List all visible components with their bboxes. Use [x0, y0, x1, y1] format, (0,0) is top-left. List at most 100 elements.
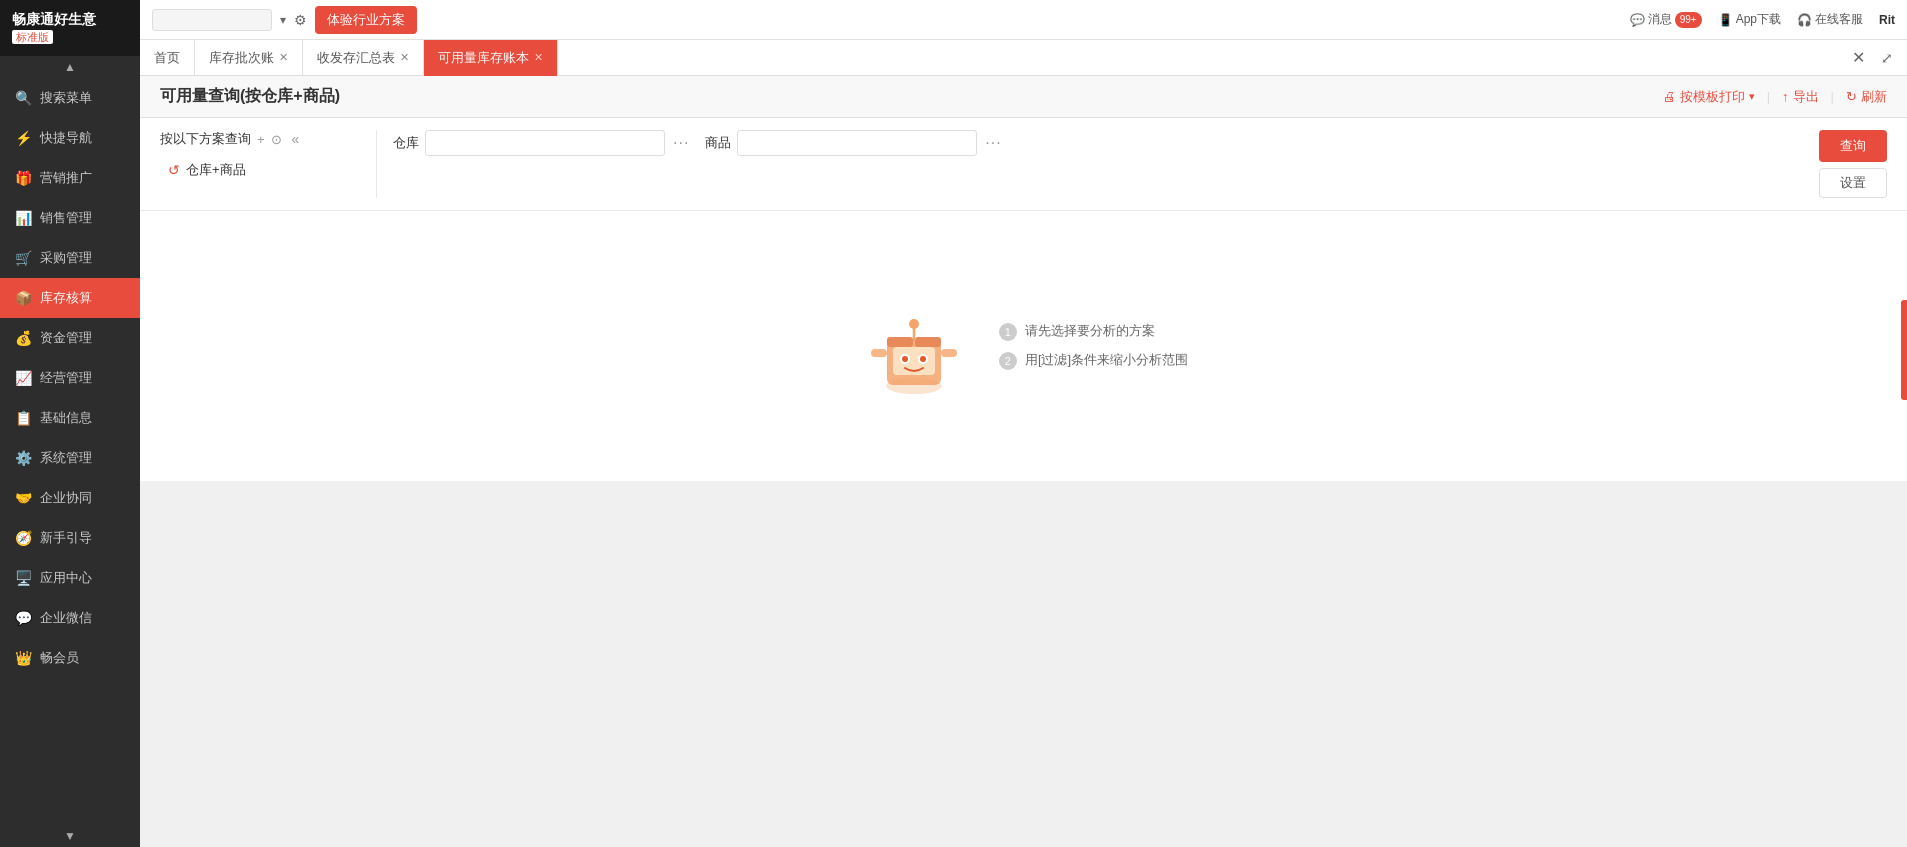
sidebar-item-marketing[interactable]: 🎁 营销推广 [0, 158, 140, 198]
sidebar-label-search: 搜索菜单 [40, 89, 92, 107]
sidebar-item-search[interactable]: 🔍 搜索菜单 [0, 78, 140, 118]
sidebar-header: 畅康通好生意 标准版 [0, 0, 140, 56]
scheme-item-warehouse-goods[interactable]: ↺ 仓库+商品 [160, 156, 360, 184]
query-actions: 查询 设置 [1819, 130, 1887, 198]
sidebar-item-guide[interactable]: 🧭 新手引导 [0, 518, 140, 558]
add-scheme-btn[interactable]: + [257, 132, 265, 147]
search-icon: 🔍 [14, 90, 32, 106]
sidebar-label-appcenter: 应用中心 [40, 569, 92, 587]
topbar-dropdown-btn[interactable]: ▾ [280, 13, 286, 27]
tip-text-1: 请先选择要分析的方案 [1025, 322, 1155, 340]
print-icon: 🖨 [1663, 89, 1676, 104]
tab-expand-btn[interactable]: ⤢ [1875, 50, 1899, 66]
sidebar-item-purchase[interactable]: 🛒 采购管理 [0, 238, 140, 278]
tab-available-ledger-close[interactable]: ✕ [534, 51, 543, 64]
user-name[interactable]: Rit [1879, 13, 1895, 27]
tab-inventory-batch-label: 库存批次账 [209, 49, 274, 67]
topbar-right: 💬 消息 99+ 📱 App下载 🎧 在线客服 Rit [1630, 11, 1895, 28]
sidebar-item-vip[interactable]: 👑 畅会员 [0, 638, 140, 678]
shortcut-icon: ⚡ [14, 130, 32, 146]
sidebar-label-funds: 资金管理 [40, 329, 92, 347]
sidebar-nav: 🔍 搜索菜单 ⚡ 快捷导航 🎁 营销推广 📊 销售管理 🛒 采购管理 📦 库存核… [0, 78, 140, 825]
message-btn[interactable]: 💬 消息 99+ [1630, 11, 1702, 28]
tab-available-ledger[interactable]: 可用量库存账本 ✕ [424, 40, 558, 76]
filter-goods: 商品 ··· [705, 130, 1001, 156]
empty-image [859, 291, 969, 401]
action-sep-1: | [1767, 89, 1770, 104]
base-icon: 📋 [14, 410, 32, 426]
warehouse-input[interactable] [425, 130, 665, 156]
message-icon: 💬 [1630, 13, 1645, 27]
goods-more-btn[interactable]: ··· [985, 134, 1001, 152]
online-service-label: 在线客服 [1815, 11, 1863, 28]
edition-badge: 标准版 [12, 30, 53, 44]
tip-num-1: 1 [999, 323, 1017, 341]
sidebar-item-sys[interactable]: ⚙️ 系统管理 [0, 438, 140, 478]
marketing-icon: 🎁 [14, 170, 32, 186]
refresh-btn[interactable]: ↻ 刷新 [1846, 88, 1887, 106]
goods-input[interactable] [737, 130, 977, 156]
warehouse-more-btn[interactable]: ··· [673, 134, 689, 152]
online-service-btn[interactable]: 🎧 在线客服 [1797, 11, 1863, 28]
sidebar-label-enterprise-wx: 企业微信 [40, 609, 92, 627]
tab-receipt-summary-label: 收发存汇总表 [317, 49, 395, 67]
tab-inventory-batch-close[interactable]: ✕ [279, 51, 288, 64]
appcenter-icon: 🖥️ [14, 570, 32, 586]
page-title: 可用量查询(按仓库+商品) [160, 86, 340, 107]
empty-state: 1 请先选择要分析的方案 2 用[过滤]条件来缩小分析范围 [140, 211, 1907, 481]
query-btn[interactable]: 查询 [1819, 130, 1887, 162]
sidebar-item-base[interactable]: 📋 基础信息 [0, 398, 140, 438]
collapse-btn[interactable]: « [292, 131, 300, 147]
sidebar-item-sales[interactable]: 📊 销售管理 [0, 198, 140, 238]
tab-receipt-summary-close[interactable]: ✕ [400, 51, 409, 64]
print-btn[interactable]: 🖨 按模板打印 ▾ [1663, 88, 1755, 106]
tab-close-all-btn[interactable]: ✕ [1846, 48, 1871, 67]
sidebar-scroll-up[interactable]: ▲ [0, 56, 140, 78]
vip-icon: 👑 [14, 650, 32, 666]
print-dropdown-icon[interactable]: ▾ [1749, 90, 1755, 103]
industry-solution-btn[interactable]: 体验行业方案 [315, 6, 417, 34]
message-badge: 99+ [1675, 12, 1702, 28]
sidebar-item-funds[interactable]: 💰 资金管理 [0, 318, 140, 358]
guide-icon: 🧭 [14, 530, 32, 546]
sidebar-item-appcenter[interactable]: 🖥️ 应用中心 [0, 558, 140, 598]
sidebar-item-inventory[interactable]: 📦 库存核算 [0, 278, 140, 318]
headset-icon: 🎧 [1797, 13, 1812, 27]
sidebar-label-marketing: 营销推广 [40, 169, 92, 187]
print-label: 按模板打印 [1680, 88, 1745, 106]
inventory-icon: 📦 [14, 290, 32, 306]
tab-home-label: 首页 [154, 49, 180, 67]
sidebar-item-shortcut[interactable]: ⚡ 快捷导航 [0, 118, 140, 158]
app-download-label: App下载 [1736, 11, 1781, 28]
enterprise-wx-icon: 💬 [14, 610, 32, 626]
action-sep-2: | [1831, 89, 1834, 104]
query-filters: 仓库 ··· 商品 ··· [393, 130, 1819, 156]
message-label: 消息 [1648, 11, 1672, 28]
topbar-gear-btn[interactable]: ⚙ [294, 12, 307, 28]
funds-icon: 💰 [14, 330, 32, 346]
biz-icon: 📈 [14, 370, 32, 386]
svg-rect-3 [915, 337, 941, 347]
setting-btn[interactable]: 设置 [1819, 168, 1887, 198]
topbar: ▾ ⚙ 体验行业方案 💬 消息 99+ 📱 App下载 🎧 在线客服 Rit [140, 0, 1907, 40]
sidebar-scroll-down[interactable]: ▼ [0, 825, 140, 847]
topbar-search-input[interactable] [152, 9, 272, 31]
tab-home[interactable]: 首页 [140, 40, 195, 76]
page-content: 可用量查询(按仓库+商品) 🖨 按模板打印 ▾ | ↑ 导出 | ↻ 刷新 [140, 76, 1907, 847]
sidebar-item-enterprise[interactable]: 🤝 企业协同 [0, 478, 140, 518]
svg-point-10 [909, 319, 919, 329]
scheme-rotate-icon: ↺ [168, 162, 180, 178]
export-btn[interactable]: ↑ 导出 [1782, 88, 1819, 106]
setting-scheme-btn[interactable]: ⊙ [271, 132, 282, 147]
tab-inventory-batch[interactable]: 库存批次账 ✕ [195, 40, 303, 76]
query-divider [376, 130, 377, 198]
sidebar-label-biz: 经营管理 [40, 369, 92, 387]
page-header: 可用量查询(按仓库+商品) 🖨 按模板打印 ▾ | ↑ 导出 | ↻ 刷新 [140, 76, 1907, 118]
warehouse-label: 仓库 [393, 134, 419, 152]
tab-receipt-summary[interactable]: 收发存汇总表 ✕ [303, 40, 424, 76]
sidebar-item-enterprise-wx[interactable]: 💬 企业微信 [0, 598, 140, 638]
sidebar-item-biz[interactable]: 📈 经营管理 [0, 358, 140, 398]
app-download-btn[interactable]: 📱 App下载 [1718, 11, 1781, 28]
goods-label: 商品 [705, 134, 731, 152]
tabs-controls: ✕ ⤢ [1846, 48, 1907, 67]
